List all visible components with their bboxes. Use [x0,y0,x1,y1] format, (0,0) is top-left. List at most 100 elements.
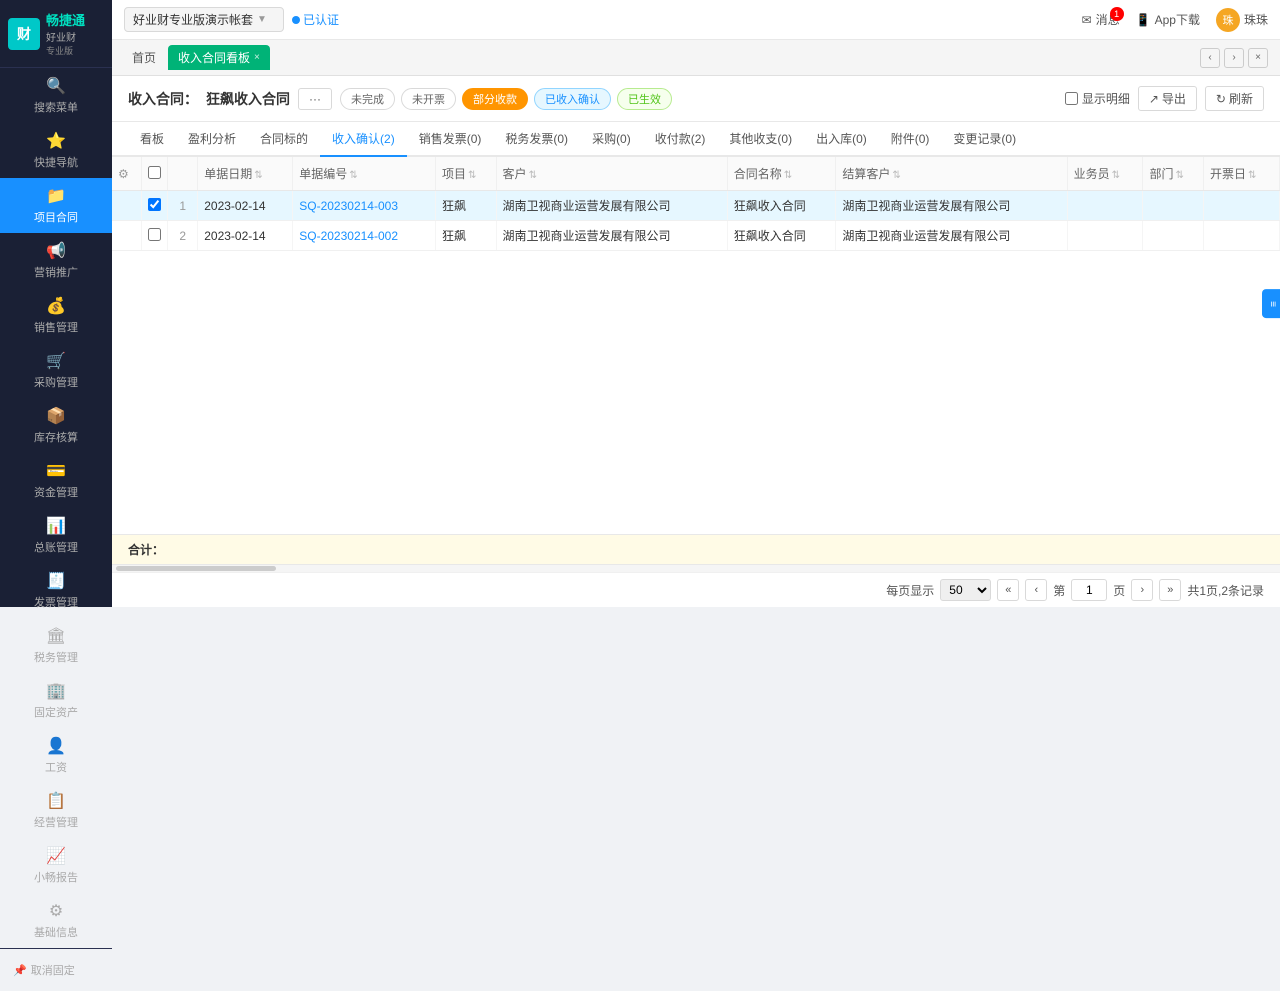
row-checkbox[interactable] [148,228,161,241]
next-page-button[interactable]: › [1131,579,1153,601]
sidebar-item-sales[interactable]: 💰 销售管理 [0,288,112,343]
sidebar-item-purchase[interactable]: 🛒 采购管理 [0,343,112,398]
company-selector[interactable]: 好业财专业版演示帐套 ▼ [124,7,284,32]
sub-tab-payment[interactable]: 收付款(2) [643,122,718,157]
certified-badge: 已认证 [292,11,339,28]
logo-text: 畅捷通 好业财 专业版 [46,10,85,57]
sidebar-item-general[interactable]: 📊 总账管理 [0,508,112,563]
scrollbar-thumb[interactable] [116,566,276,571]
company-name: 好业财专业版演示帐套 [133,11,253,28]
sidebar-item-label: 资金管理 [34,484,78,500]
sidebar-item-report[interactable]: 📈 小畅报告 [0,838,112,893]
sidebar-item-search[interactable]: 🔍 搜索菜单 [0,68,112,123]
sidebar-bottom: 📌 取消固定 [0,948,112,991]
more-options-button[interactable]: ··· [298,88,332,110]
hr-icon: 👤 [46,736,66,756]
app-download-button[interactable]: 📱 App下载 [1136,11,1200,28]
sub-tab-change_log[interactable]: 变更记录(0) [941,122,1028,157]
sidebar-item-quick-nav[interactable]: ⭐ 快捷导航 [0,123,112,178]
first-page-button[interactable]: « [997,579,1019,601]
table-footer: 合计： [112,534,1280,564]
sidebar-item-tax[interactable]: 🏛 税务管理 [0,618,112,673]
message-button[interactable]: ✉ 消息 1 [1082,11,1120,28]
tab-label: 收入合同看板 [178,49,250,66]
row-checkbox[interactable] [148,198,161,211]
sidebar-item-label: 税务管理 [34,649,78,665]
sub-tab-attachments[interactable]: 附件(0) [879,122,942,157]
sub-tab-profit[interactable]: 盈利分析 [176,122,248,157]
tab-close-button[interactable]: × [254,52,260,63]
horizontal-scrollbar[interactable] [112,564,1280,572]
status-effective[interactable]: 已生效 [617,88,672,110]
last-page-button[interactable]: » [1159,579,1181,601]
doc-no-cell: SQ-20230214-003 [293,191,436,221]
sub-tab-sales_invoice[interactable]: 销售发票(0) [407,122,494,157]
search-icon: 🔍 [46,76,66,96]
sidebar-item-basic[interactable]: ⚙ 基础信息 [0,893,112,948]
invoice-icon: 🧾 [46,571,66,591]
sidebar-item-label: 采购管理 [34,374,78,390]
tab-close-all-button[interactable]: × [1248,48,1268,68]
sidebar-item-label: 库存核算 [34,429,78,445]
general-icon: 📊 [46,516,66,536]
status-not-invoiced[interactable]: 未开票 [401,88,456,110]
sidebar-item-hr[interactable]: 👤 工资 [0,728,112,783]
sidebar-item-marketing[interactable]: 📢 营销推广 [0,233,112,288]
sub-tab-income_confirm[interactable]: 收入确认(2) [320,122,407,157]
project-col-header: 项目⇅ [436,157,497,191]
sub-tab-contract_label[interactable]: 合同标的 [248,122,320,157]
doc-no-link[interactable]: SQ-20230214-003 [299,199,398,213]
table-row[interactable]: 2 2023-02-14 SQ-20230214-002 狂飙 湖南卫视商业运营… [112,221,1280,251]
sub-tab-outbound[interactable]: 出入库(0) [804,122,879,157]
doc-no-link[interactable]: SQ-20230214-002 [299,229,398,243]
user-menu[interactable]: 珠 珠珠 [1216,8,1268,32]
fixed-assets-icon: 🏢 [46,681,66,701]
num-cell: 1 [168,191,198,221]
select-all-checkbox[interactable] [148,166,161,179]
export-button[interactable]: ↗ 导出 [1138,86,1197,111]
checkbox-cell[interactable] [142,221,168,251]
active-tab[interactable]: 收入合同看板 × [168,45,270,70]
sort-icon6: ⇅ [892,170,900,181]
sidebar-item-label: 搜索菜单 [34,99,78,115]
sub-tab-kanban[interactable]: 看板 [128,122,176,157]
contract-title-area: 收入合同： 狂飙收入合同 ··· 未完成 未开票 部分收款 已收入确认 已生效 [128,88,672,110]
right-side-panel-toggle[interactable]: ≡ [1262,289,1280,319]
status-incomplete[interactable]: 未完成 [340,88,395,110]
tab-next-button[interactable]: › [1224,48,1244,68]
data-table-container[interactable]: ⚙ 单据日期⇅ 单据编号⇅ 项目⇅ 客户⇅ 合同名称⇅ 结算客户⇅ 业务员⇅ 部… [112,157,1280,534]
doc-no-cell: SQ-20230214-002 [293,221,436,251]
checkbox-cell[interactable] [142,191,168,221]
page-label: 第 [1053,582,1065,599]
sub-tab-purchase[interactable]: 采购(0) [580,122,643,157]
sidebar-item-label: 销售管理 [34,319,78,335]
prev-page-button[interactable]: ‹ [1025,579,1047,601]
sub-tab-other_income[interactable]: 其他收支(0) [717,122,804,157]
settings-icon[interactable]: ⚙ [118,167,129,181]
sidebar-item-project[interactable]: 📁 项目合同 [0,178,112,233]
home-tab[interactable]: 首页 [124,45,164,70]
sidebar-item-capital[interactable]: 💳 资金管理 [0,453,112,508]
salesperson-cell [1067,191,1143,221]
refresh-button[interactable]: ↻ 刷新 [1205,86,1264,111]
sidebar-item-label: 总账管理 [34,539,78,555]
pagination: 每页显示 50 100 « ‹ 第 页 › » 共1页,2条记录 [112,572,1280,607]
show-detail-checkbox[interactable] [1065,92,1078,105]
status-partial-received[interactable]: 部分收款 [462,88,528,110]
sidebar-item-fixed-assets[interactable]: 🏢 固定资产 [0,673,112,728]
sidebar-item-invoice[interactable]: 🧾 发票管理 [0,563,112,618]
sidebar-item-inventory[interactable]: 📦 库存核算 [0,398,112,453]
page-number-input[interactable] [1071,579,1107,601]
sub-tab-tax_invoice[interactable]: 税务发票(0) [493,122,580,157]
status-confirmed[interactable]: 已收入确认 [534,88,611,110]
sidebar-item-ops[interactable]: 📋 经营管理 [0,783,112,838]
table-row[interactable]: 1 2023-02-14 SQ-20230214-003 狂飙 湖南卫视商业运营… [112,191,1280,221]
sidebar-item-label: 营销推广 [34,264,78,280]
per-page-select[interactable]: 50 100 [940,579,991,601]
header-left: 好业财专业版演示帐套 ▼ 已认证 [124,7,339,32]
tab-prev-button[interactable]: ‹ [1200,48,1220,68]
avatar: 珠 [1216,8,1240,32]
sidebar-item-label: 经营管理 [34,814,78,830]
unpin-button[interactable]: 📌 取消固定 [8,957,104,983]
data-table: ⚙ 单据日期⇅ 单据编号⇅ 项目⇅ 客户⇅ 合同名称⇅ 结算客户⇅ 业务员⇅ 部… [112,157,1280,251]
